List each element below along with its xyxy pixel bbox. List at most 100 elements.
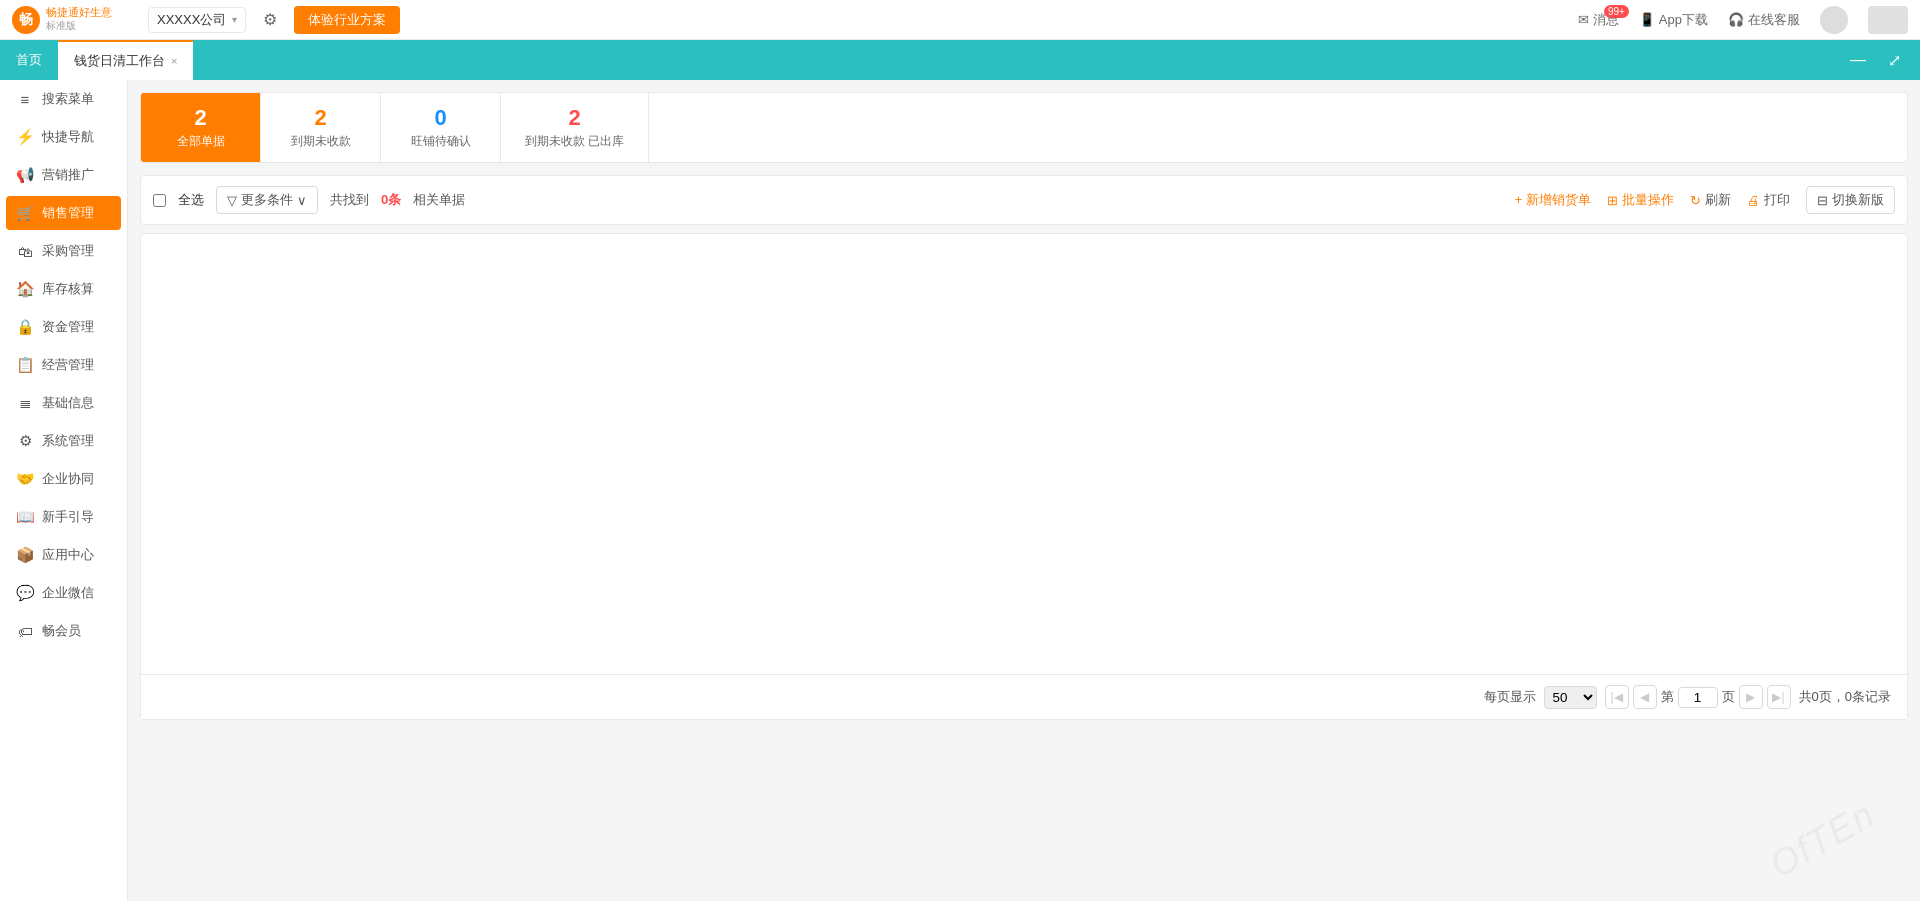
tab-bar-right: — ⤢ <box>1844 46 1920 74</box>
sidebar-item-sales[interactable]: 🛒 销售管理 <box>6 196 121 230</box>
sidebar-item-basic-info[interactable]: ≣基础信息 <box>0 384 127 422</box>
company-selector[interactable]: XXXXX公司 ▾ <box>148 7 246 33</box>
batch-label: 批量操作 <box>1622 191 1674 209</box>
select-all-label: 全选 <box>178 191 204 209</box>
sidebar-label-member: 畅会员 <box>42 622 81 640</box>
sidebar-label-basic-info: 基础信息 <box>42 394 94 412</box>
top-bar: 畅 畅捷通好生意 标准版 XXXXX公司 ▾ ⚙ 体验行业方案 ✉ 消息 99+… <box>0 0 1920 40</box>
message-badge: 99+ <box>1604 5 1629 18</box>
page-size-select[interactable]: 50 100 200 <box>1544 686 1597 709</box>
stat-num-shipped: 2 <box>525 105 624 131</box>
tab-work-bench[interactable]: 钱货日清工作台 × <box>58 40 193 80</box>
sidebar-label-sales: 销售管理 <box>42 204 94 222</box>
service-label: 在线客服 <box>1748 11 1800 29</box>
found-suffix: 相关单据 <box>413 191 465 209</box>
print-icon: 🖨 <box>1747 193 1760 208</box>
stat-tab-shipped[interactable]: 2 到期未收款 已出库 <box>501 93 649 162</box>
batch-operation-button[interactable]: ⊞ 批量操作 <box>1607 191 1674 209</box>
sidebar-item-operations[interactable]: 📋 经营管理 <box>0 346 127 384</box>
stat-label-shipped: 到期未收款 已出库 <box>525 133 624 150</box>
refresh-button[interactable]: ↻ 刷新 <box>1690 191 1731 209</box>
page-label: 第 <box>1661 688 1674 706</box>
sidebar-label-search-menu: 搜索菜单 <box>42 90 94 108</box>
sidebar-item-finance[interactable]: 🔒资金管理 <box>0 308 127 346</box>
sidebar-item-search-menu[interactable]: ≡ 搜索菜单 <box>0 80 127 118</box>
stat-tab-all[interactable]: 2全部单据 <box>141 93 261 162</box>
toolbar: 全选 ▽ 更多条件 ∨ 共找到 0条 相关单据 + 新增销货单 ⊞ 批量操作 ↻… <box>140 175 1908 225</box>
page-next-button[interactable]: ▶ <box>1739 685 1763 709</box>
message-icon: ✉ <box>1578 12 1589 27</box>
minimize-button[interactable]: — <box>1844 46 1872 74</box>
table-body <box>141 234 1907 674</box>
sidebar-icon-purchase: 🛍 <box>16 243 34 260</box>
service-icon: 🎧 <box>1728 12 1744 27</box>
sidebar-item-app-center[interactable]: 📦 应用中心 <box>0 536 127 574</box>
trial-button[interactable]: 体验行业方案 <box>294 6 400 34</box>
chevron-down-icon: ▾ <box>232 14 237 25</box>
total-info: 共0页，0条记录 <box>1799 688 1891 706</box>
filter-label: 更多条件 <box>241 191 293 209</box>
sidebar-label-enterprise: 企业协同 <box>42 470 94 488</box>
stat-label-pending: 旺铺待确认 <box>405 133 476 150</box>
found-count: 0条 <box>381 191 401 209</box>
sidebar-item-wechat[interactable]: 💬企业微信 <box>0 574 127 612</box>
found-prefix: 共找到 <box>330 191 369 209</box>
add-sale-order-button[interactable]: + 新增销货单 <box>1515 191 1591 209</box>
sidebar-item-enterprise[interactable]: 🤝企业协同 <box>0 460 127 498</box>
sidebar-icon-search-menu: ≡ <box>16 91 34 108</box>
filter-button[interactable]: ▽ 更多条件 ∨ <box>216 186 318 214</box>
sidebar-icon-member: 🏷 <box>16 623 34 640</box>
sidebar-item-member[interactable]: 🏷 畅会员 <box>0 612 127 650</box>
online-service-button[interactable]: 🎧 在线客服 <box>1728 11 1800 29</box>
switch-version-button[interactable]: ⊟ 切换新版 <box>1806 186 1895 214</box>
stats-tabs: 2全部单据2到期未收款0旺铺待确认 2 到期未收款 已出库 <box>140 92 1908 163</box>
sidebar-icon-finance: 🔒 <box>16 318 34 336</box>
stat-tab-pending[interactable]: 0旺铺待确认 <box>381 93 501 162</box>
gear-button[interactable]: ⚙ <box>256 6 284 34</box>
tab-home[interactable]: 首页 <box>0 40 58 80</box>
user-name-area <box>1868 6 1908 34</box>
page-label-end: 页 <box>1722 688 1735 706</box>
sidebar-icon-app-center: 📦 <box>16 546 34 564</box>
page-nav: |◀ ◀ 第 页 ▶ ▶| <box>1605 685 1791 709</box>
page-number-input[interactable] <box>1678 687 1718 708</box>
sidebar-item-marketing[interactable]: 📢 营销推广 <box>0 156 127 194</box>
sidebar-icon-sales: 🛒 <box>16 204 34 222</box>
sidebar-icon-operations: 📋 <box>16 356 34 374</box>
sidebar-label-operations: 经营管理 <box>42 356 94 374</box>
sidebar-item-quick-nav[interactable]: ⚡ 快捷导航 <box>0 118 127 156</box>
sidebar-icon-marketing: 📢 <box>16 166 34 184</box>
tab-bar: 首页 钱货日清工作台 × — ⤢ <box>0 40 1920 80</box>
page-last-button[interactable]: ▶| <box>1767 685 1791 709</box>
print-button[interactable]: 🖨 打印 <box>1747 191 1790 209</box>
stat-num-all: 2 <box>165 105 236 131</box>
switch-icon: ⊟ <box>1817 193 1828 208</box>
tab-close-icon[interactable]: × <box>171 55 177 67</box>
stat-tab-overdue[interactable]: 2到期未收款 <box>261 93 381 162</box>
sidebar-label-purchase: 采购管理 <box>42 242 94 260</box>
app-download-button[interactable]: 📱 App下载 <box>1639 11 1708 29</box>
sidebar-item-inventory[interactable]: 🏠库存核算 <box>0 270 127 308</box>
page-prev-button[interactable]: ◀ <box>1633 685 1657 709</box>
sidebar-icon-quick-nav: ⚡ <box>16 128 34 146</box>
sidebar-item-guide[interactable]: 📖新手引导 <box>0 498 127 536</box>
print-label: 打印 <box>1764 191 1790 209</box>
sidebar-label-app-center: 应用中心 <box>42 546 94 564</box>
maximize-button[interactable]: ⤢ <box>1880 46 1908 74</box>
main-content: 2全部单据2到期未收款0旺铺待确认 2 到期未收款 已出库 全选 ▽ 更多条件 ∨ … <box>128 80 1920 901</box>
table-area: 每页显示 50 100 200 |◀ ◀ 第 页 ▶ ▶| 共0页，0条记录 <box>140 233 1908 720</box>
filter-icon: ▽ <box>227 193 237 208</box>
app-icon: 📱 <box>1639 12 1655 27</box>
sidebar-label-wechat: 企业微信 <box>42 584 94 602</box>
sidebar-item-system[interactable]: ⚙系统管理 <box>0 422 127 460</box>
avatar[interactable] <box>1820 6 1848 34</box>
page-size-label: 每页显示 <box>1484 688 1536 706</box>
sidebar-label-marketing: 营销推广 <box>42 166 94 184</box>
sidebar-label-quick-nav: 快捷导航 <box>42 128 94 146</box>
page-first-button[interactable]: |◀ <box>1605 685 1629 709</box>
select-all-checkbox[interactable] <box>153 194 166 207</box>
refresh-label: 刷新 <box>1705 191 1731 209</box>
message-button[interactable]: ✉ 消息 99+ <box>1578 11 1619 29</box>
top-right-area: ✉ 消息 99+ 📱 App下载 🎧 在线客服 <box>1578 6 1908 34</box>
sidebar-item-purchase[interactable]: 🛍 采购管理 <box>0 232 127 270</box>
